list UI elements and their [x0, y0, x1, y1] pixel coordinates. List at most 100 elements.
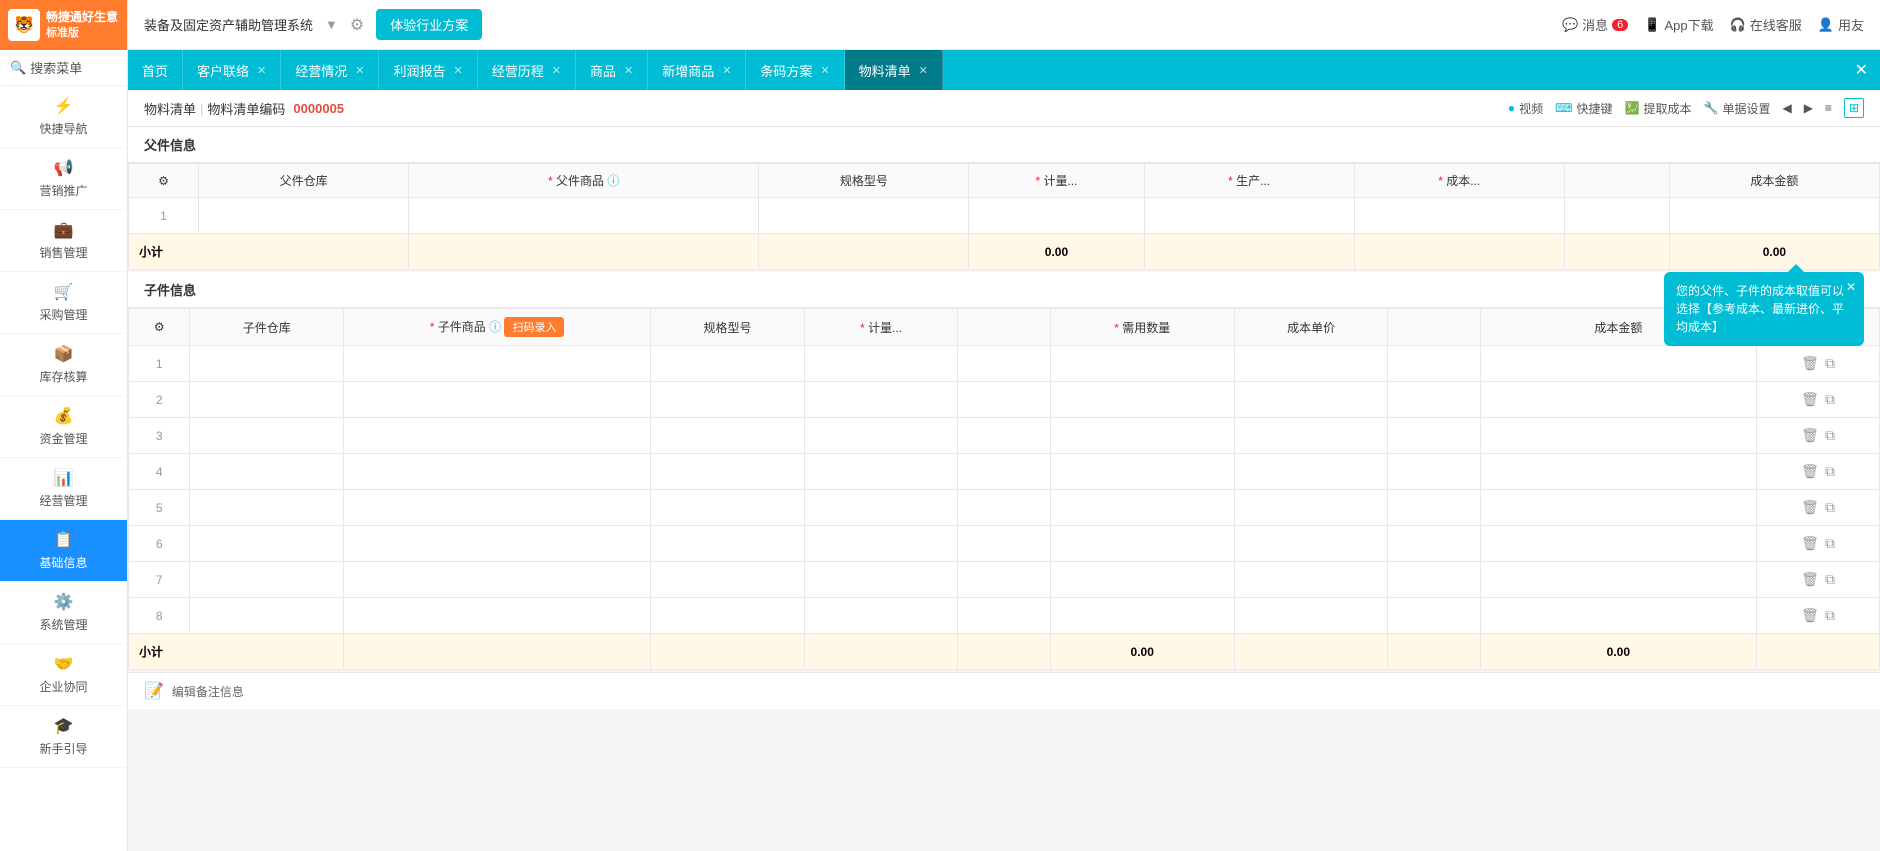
scan-input-button[interactable]: 扫码录入	[504, 317, 564, 337]
tab-home[interactable]: 首页	[128, 50, 183, 90]
tab-close-products[interactable]: ✕	[624, 64, 633, 77]
tab-close-history[interactable]: ✕	[552, 64, 561, 77]
sidebar-item-inventory[interactable]: 📦 库存核算	[0, 334, 127, 396]
parent-product-help-icon[interactable]: ⓘ	[607, 174, 619, 188]
sidebar-item-basic-info[interactable]: 📋 基础信息	[0, 520, 127, 582]
child-amount-2[interactable]	[1480, 382, 1756, 418]
note-label[interactable]: 编辑备注信息	[172, 683, 244, 700]
tab-operations-status[interactable]: 经营情况 ✕	[281, 50, 379, 90]
settings-gear-icon[interactable]: ⚙	[350, 15, 364, 35]
close-all-tabs[interactable]: ✕	[1843, 50, 1880, 90]
tab-close-new-product[interactable]: ✕	[722, 64, 731, 77]
child-qty-2[interactable]	[1050, 382, 1234, 418]
sidebar-item-sales[interactable]: 💼 销售管理	[0, 210, 127, 272]
user-button[interactable]: 👤 用友	[1818, 15, 1864, 34]
online-service-button[interactable]: 🎧 在线客服	[1730, 15, 1802, 34]
trial-button[interactable]: 体验行业方案	[376, 9, 482, 40]
tab-bom[interactable]: 物料清单 ✕	[845, 50, 943, 90]
parent-th-settings[interactable]: ⚙	[129, 164, 199, 198]
child-spec-1[interactable]	[651, 346, 805, 382]
delete-row-7-button[interactable]: 🗑	[1801, 571, 1819, 588]
child-price-2[interactable]	[1234, 382, 1388, 418]
copy-row-4-button[interactable]: ⧉	[1825, 463, 1835, 480]
video-button[interactable]: ● 视频	[1508, 100, 1543, 117]
parent-spec-1[interactable]	[759, 198, 969, 234]
tab-close-customer[interactable]: ✕	[257, 64, 266, 77]
parent-subtotal-amount: 0.00	[1669, 234, 1879, 270]
parent-product-1[interactable]	[409, 198, 759, 234]
finance-icon: 💰	[54, 406, 74, 426]
copy-row-7-button[interactable]: ⧉	[1825, 571, 1835, 588]
child-price-1[interactable]	[1234, 346, 1388, 382]
copy-row-2-button[interactable]: ⧉	[1825, 391, 1835, 408]
sidebar-item-enterprise[interactable]: 🤝 企业协同	[0, 644, 127, 706]
sidebar-item-operations[interactable]: 📊 经营管理	[0, 458, 127, 520]
delete-row-1-button[interactable]: 🗑	[1801, 355, 1819, 372]
tab-barcode[interactable]: 条码方案 ✕	[746, 50, 844, 90]
single-settings-button[interactable]: 🔧 单据设置	[1703, 100, 1770, 117]
child-th-qty: * 需用数量	[1050, 309, 1234, 346]
table-row: 3 🗑 ⧉	[129, 418, 1880, 454]
copy-row-8-button[interactable]: ⧉	[1825, 607, 1835, 624]
tab-ops-history[interactable]: 经营历程 ✕	[478, 50, 576, 90]
child-extra1-1	[958, 346, 1050, 382]
copy-row-1-button[interactable]: ⧉	[1825, 355, 1835, 372]
purchase-icon: 🛒	[54, 282, 74, 302]
delete-row-8-button[interactable]: 🗑	[1801, 607, 1819, 624]
child-product-2[interactable]	[344, 382, 651, 418]
parent-section: 父件信息 ⚙ 父件仓库 * 父件商品 ⓘ 规格型号 * 计量... * 生产..…	[128, 127, 1880, 270]
child-product-1[interactable]	[344, 346, 651, 382]
delete-row-6-button[interactable]: 🗑	[1801, 535, 1819, 552]
delete-row-4-button[interactable]: 🗑	[1801, 463, 1819, 480]
child-unit-1[interactable]	[804, 346, 958, 382]
child-warehouse-1[interactable]	[190, 346, 344, 382]
copy-row-5-button[interactable]: ⧉	[1825, 499, 1835, 516]
tab-close-profit[interactable]: ✕	[454, 64, 463, 77]
table-row: 2 🗑 ⧉	[129, 382, 1880, 418]
grid-view-button[interactable]: ⊞	[1844, 98, 1864, 118]
copy-row-6-button[interactable]: ⧉	[1825, 535, 1835, 552]
message-button[interactable]: 💬 消息 6	[1562, 15, 1628, 34]
parent-th-warehouse: 父件仓库	[199, 164, 409, 198]
message-icon: 💬	[1562, 17, 1578, 33]
system-dropdown-arrow[interactable]: ▼	[325, 17, 338, 32]
child-th-settings[interactable]: ⚙	[129, 309, 190, 346]
parent-unit-1[interactable]	[969, 198, 1144, 234]
tab-new-product[interactable]: 新增商品 ✕	[648, 50, 746, 90]
search-menu[interactable]: 🔍 搜索菜单	[0, 50, 127, 86]
app-download-button[interactable]: 📱 App下载	[1644, 15, 1713, 34]
child-amount-1[interactable]	[1480, 346, 1756, 382]
delete-row-5-button[interactable]: 🗑	[1801, 499, 1819, 516]
tab-close-ops[interactable]: ✕	[355, 64, 364, 77]
child-qty-1[interactable]	[1050, 346, 1234, 382]
sidebar-item-marketing[interactable]: 📢 营销推广	[0, 148, 127, 210]
parent-cost-1[interactable]	[1354, 198, 1564, 234]
child-product-help-icon[interactable]: ⓘ	[489, 320, 501, 334]
extract-cost-button[interactable]: 💹 提取成本	[1625, 100, 1692, 117]
child-unit-2[interactable]	[804, 382, 958, 418]
delete-row-3-button[interactable]: 🗑	[1801, 427, 1819, 444]
tab-products[interactable]: 商品 ✕	[576, 50, 648, 90]
shortcut-button[interactable]: ⌨ 快捷键	[1555, 100, 1612, 117]
next-record-button[interactable]: ▶	[1804, 101, 1813, 115]
parent-production-1[interactable]	[1144, 198, 1354, 234]
tooltip-close-button[interactable]: ✕	[1846, 278, 1856, 296]
tab-close-barcode[interactable]: ✕	[820, 64, 829, 77]
logo-icon: 🐯	[8, 9, 40, 41]
sidebar-item-newbie[interactable]: 🎓 新手引导	[0, 706, 127, 768]
sidebar-item-purchase[interactable]: 🛒 采购管理	[0, 272, 127, 334]
tab-profit-report[interactable]: 利润报告 ✕	[379, 50, 477, 90]
copy-row-3-button[interactable]: ⧉	[1825, 427, 1835, 444]
tab-customer[interactable]: 客户联络 ✕	[183, 50, 281, 90]
sidebar-item-quick-nav[interactable]: ⚡ 快捷导航	[0, 86, 127, 148]
delete-row-2-button[interactable]: 🗑	[1801, 391, 1819, 408]
sidebar-item-finance[interactable]: 💰 资金管理	[0, 396, 127, 458]
child-spec-2[interactable]	[651, 382, 805, 418]
list-view-button[interactable]: ≡	[1825, 101, 1832, 115]
child-warehouse-2[interactable]	[190, 382, 344, 418]
sidebar-item-system[interactable]: ⚙️ 系统管理	[0, 582, 127, 644]
parent-warehouse-1[interactable]	[199, 198, 409, 234]
parent-amount-1[interactable]	[1669, 198, 1879, 234]
prev-record-button[interactable]: ◀	[1782, 101, 1791, 115]
tab-close-bom[interactable]: ✕	[919, 64, 928, 77]
